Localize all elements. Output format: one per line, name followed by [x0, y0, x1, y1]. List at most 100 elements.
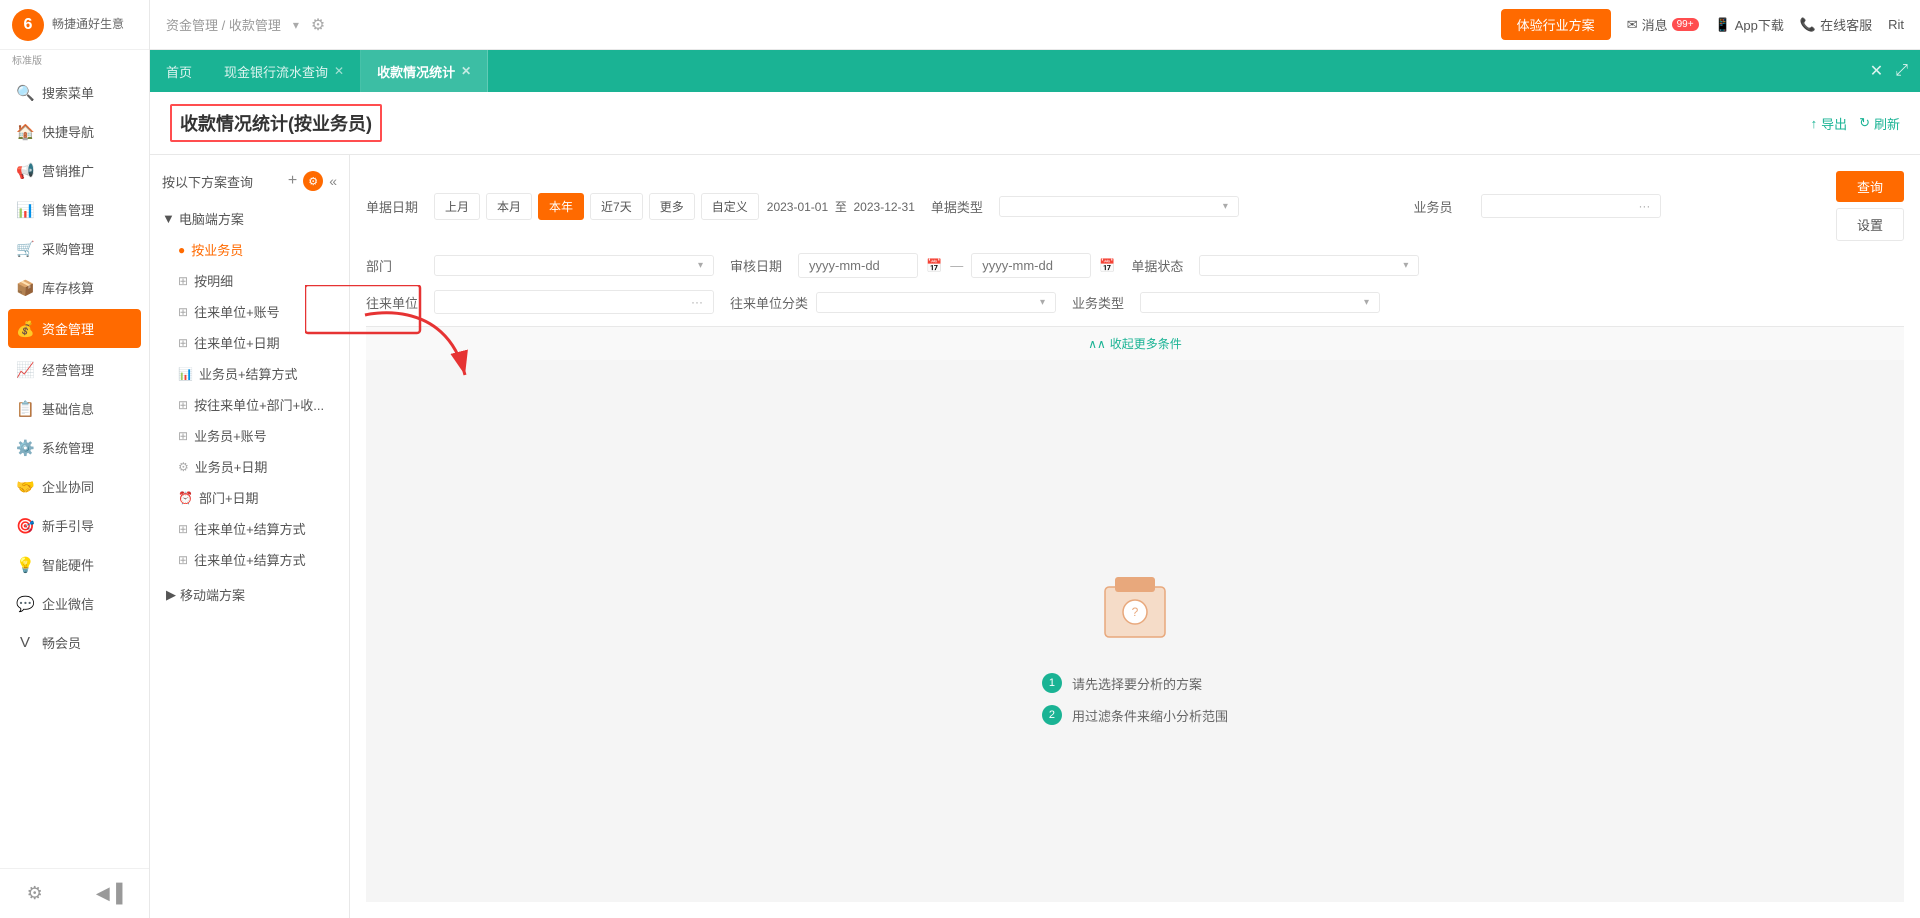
review-date-to-input[interactable]: [971, 253, 1091, 278]
tab-collection-stats[interactable]: 收款情况统计 ✕: [361, 50, 488, 92]
sidebar-item-purchase[interactable]: 🛒 采购管理: [0, 229, 149, 268]
sidebar-item-inventory[interactable]: 📦 库存核算: [0, 268, 149, 307]
scheme-staff-date[interactable]: ⚙ 业务员+日期: [150, 451, 349, 482]
add-scheme-icon[interactable]: +: [288, 172, 297, 190]
filter-area: 单据日期 上月 本月 本年 近7天 更多 自定义 2023-01-01: [366, 171, 1904, 360]
scheme-by-staff[interactable]: ● 按业务员: [150, 234, 349, 265]
sidebar-collapse-btn[interactable]: ◀▐: [88, 879, 131, 908]
scheme-settings-icon[interactable]: ⚙: [303, 171, 323, 191]
sidebar-item-basicinfo[interactable]: 📋 基础信息: [0, 389, 149, 428]
refresh-btn[interactable]: ↻ 刷新: [1859, 114, 1900, 133]
sidebar-item-operations[interactable]: 📈 经营管理: [0, 350, 149, 389]
sidebar-item-hardware[interactable]: 💡 智能硬件: [0, 545, 149, 584]
dropdown-arrow-icon[interactable]: ▾: [293, 18, 299, 32]
review-date-from-input[interactable]: [798, 253, 918, 278]
scheme-counterpart-settle2[interactable]: ⊞ 往来单位+结算方式: [150, 544, 349, 575]
query-btn[interactable]: 查询: [1836, 171, 1904, 202]
basicinfo-icon: 📋: [16, 400, 34, 418]
counterpart-cat-label: 往来单位分类: [730, 293, 808, 312]
collapse-more-conditions-btn[interactable]: ∧∧ 收起更多条件: [366, 326, 1904, 360]
sidebar-item-marketing[interactable]: 📢 营销推广: [0, 151, 149, 190]
tabbar: 首页 现金银行流水查询 ✕ 收款情况统计 ✕ ✕ ⤢: [150, 50, 1920, 92]
sidebar-item-search-label: 搜索菜单: [42, 83, 94, 102]
counterpart-cat-select[interactable]: ▾: [816, 292, 1056, 313]
date-btn-7days[interactable]: 近7天: [590, 193, 643, 220]
scheme-counterpart-account[interactable]: ⊞ 往来单位+账号: [150, 296, 349, 327]
staff-select[interactable]: ···: [1481, 194, 1661, 218]
date-btn-more[interactable]: 更多: [649, 193, 695, 220]
sidebar-item-vip[interactable]: V 畅会员: [0, 623, 149, 662]
biztype-arrow-icon: ▾: [1364, 297, 1369, 308]
export-btn[interactable]: ↑ 导出: [1811, 114, 1848, 133]
tab-bank-close-icon[interactable]: ✕: [334, 64, 344, 78]
tab-close-all-icon[interactable]: ✕: [1870, 61, 1883, 81]
tree-desktop-header[interactable]: ▼ 电脑端方案: [150, 203, 349, 234]
scheme-counterpart-settle1[interactable]: ⊞ 往来单位+结算方式: [150, 513, 349, 544]
user-name[interactable]: Rit: [1888, 17, 1904, 32]
collapse-panel-icon[interactable]: «: [329, 173, 337, 189]
message-btn[interactable]: ✉ 消息 99+: [1627, 15, 1699, 34]
sidebar-item-operations-label: 经营管理: [42, 360, 94, 379]
sidebar-nav: 🔍 搜索菜单 🏠 快捷导航 📢 营销推广 📊 销售管理 🛒 采购管理 📦 库存核…: [0, 69, 149, 868]
tree-mobile-section[interactable]: ▶ 移动端方案: [150, 579, 349, 610]
sidebar-item-wechat[interactable]: 💬 企业微信: [0, 584, 149, 623]
doctype-select[interactable]: ▾: [999, 196, 1239, 217]
scheme-counterpart-date[interactable]: ⊞ 往来单位+日期: [150, 327, 349, 358]
filter-dept-item: 部门 ▾: [366, 255, 714, 276]
scheme-staff-account[interactable]: ⊞ 业务员+账号: [150, 420, 349, 451]
sidebar-item-quicknav-label: 快捷导航: [42, 122, 94, 141]
docstatus-arrow-icon: ▾: [1403, 260, 1408, 271]
message-icon: ✉: [1627, 17, 1638, 33]
enterprise-icon: 🤝: [16, 478, 34, 496]
settings-gear-icon[interactable]: ⚙: [311, 15, 325, 35]
date-btn-thismonth[interactable]: 本月: [486, 193, 532, 220]
calendar-icon-2[interactable]: 📅: [1099, 258, 1115, 274]
docstatus-select[interactable]: ▾: [1199, 255, 1419, 276]
sidebar-settings-btn[interactable]: ⚙: [19, 879, 51, 908]
filter-docstatus-item: 单据状态 ▾: [1131, 255, 1419, 276]
scheme-counterpart-dept[interactable]: ⊞ 按往来单位+部门+收...: [150, 389, 349, 420]
page-header: 收款情况统计(按业务员) ↑ 导出 ↻ 刷新: [150, 92, 1920, 155]
sidebar-item-quicknav[interactable]: 🏠 快捷导航: [0, 112, 149, 151]
sidebar-item-search[interactable]: 🔍 搜索菜单: [0, 73, 149, 112]
marketing-icon: 📢: [16, 162, 34, 180]
tab-collection-close-icon[interactable]: ✕: [461, 64, 471, 78]
staff-date-icon: ⚙: [178, 460, 189, 474]
online-service-btn[interactable]: 📞 在线客服: [1800, 15, 1872, 34]
date-btn-thisyear[interactable]: 本年: [538, 193, 584, 220]
scheme-by-staff-label: 按业务员: [191, 240, 243, 259]
staff-filter-label: 业务员: [1413, 197, 1473, 216]
scheme-by-detail[interactable]: ⊞ 按明细: [150, 265, 349, 296]
collapse-icon: ∧∧: [1088, 337, 1106, 351]
hardware-icon: 💡: [16, 556, 34, 574]
sidebar-item-system[interactable]: ⚙️ 系统管理: [0, 428, 149, 467]
biztype-select[interactable]: ▾: [1140, 292, 1380, 313]
calendar-icon-1[interactable]: 📅: [926, 258, 942, 274]
sidebar-item-enterprise[interactable]: 🤝 企业协同: [0, 467, 149, 506]
wechat-icon: 💬: [16, 595, 34, 613]
tip-1-num: 1: [1042, 673, 1062, 693]
counterpart-select[interactable]: ···: [434, 290, 714, 314]
scheme-counterpart-settle2-label: 往来单位+结算方式: [194, 550, 306, 569]
tab-maximize-icon[interactable]: ⤢: [1895, 62, 1908, 80]
date-btn-lastmonth[interactable]: 上月: [434, 193, 480, 220]
tab-home[interactable]: 首页: [150, 50, 208, 92]
home-icon: 🏠: [16, 123, 34, 141]
topbar-breadcrumb: 资金管理 / 收款管理: [166, 15, 281, 34]
date-btn-custom[interactable]: 自定义: [701, 193, 759, 220]
purchase-icon: 🛒: [16, 240, 34, 258]
sidebar-item-finance[interactable]: 💰 资金管理: [8, 309, 141, 348]
tab-bank-statement[interactable]: 现金银行流水查询 ✕: [208, 50, 361, 92]
scheme-dept-date[interactable]: ⏰ 部门+日期: [150, 482, 349, 513]
sidebar-item-sales[interactable]: 📊 销售管理: [0, 190, 149, 229]
sidebar-item-guide[interactable]: 🎯 新手引导: [0, 506, 149, 545]
trial-btn[interactable]: 体验行业方案: [1501, 9, 1611, 40]
scheme-staff-settle[interactable]: 📊 业务员+结算方式: [150, 358, 349, 389]
dept-select[interactable]: ▾: [434, 255, 714, 276]
scheme-staff-settle-label: 业务员+结算方式: [199, 364, 298, 383]
staff-more-icon[interactable]: ···: [1638, 199, 1650, 213]
filter-settings-btn[interactable]: 设置: [1836, 208, 1904, 241]
app-download-btn[interactable]: 📱 App下载: [1715, 15, 1784, 34]
inventory-icon: 📦: [16, 279, 34, 297]
counterpart-more-icon[interactable]: ···: [691, 295, 703, 309]
